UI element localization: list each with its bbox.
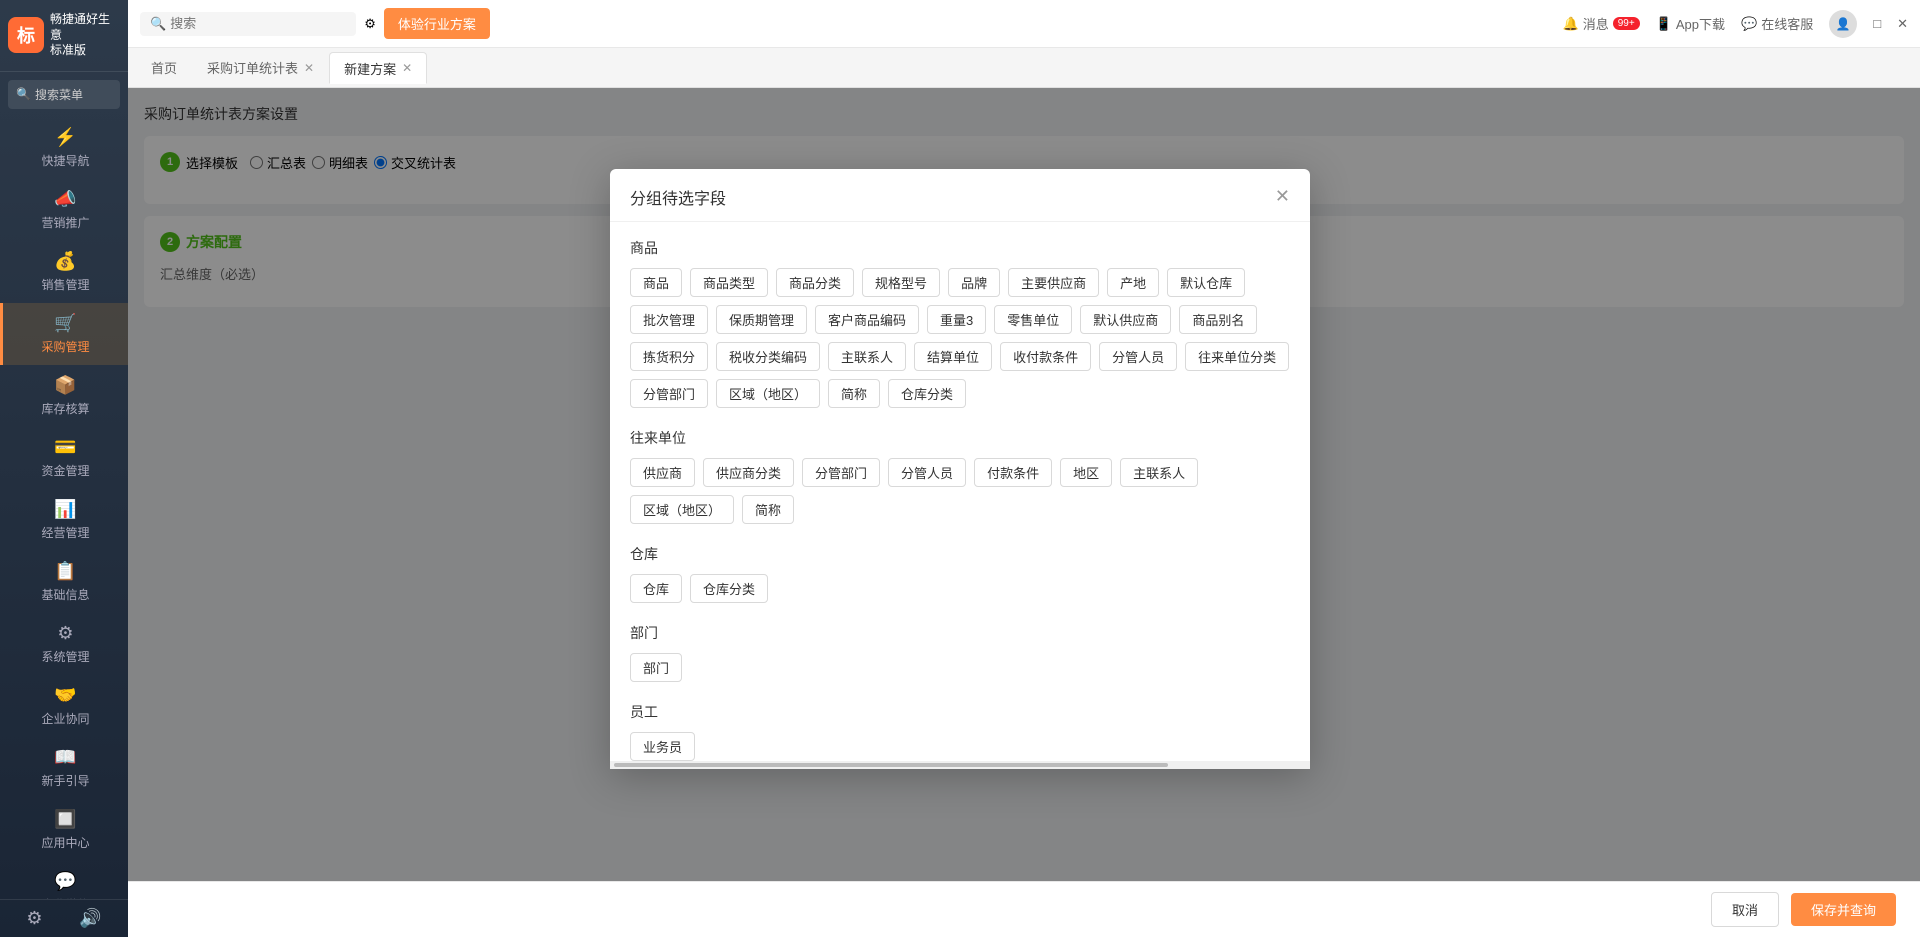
field-group-title-product: 商品 — [630, 238, 1290, 258]
field-tag-主要供应商[interactable]: 主要供应商 — [1008, 268, 1099, 297]
modal-body: 商品商品商品类型商品分类规格型号品牌主要供应商产地默认仓库批次管理保质期管理客户… — [610, 222, 1310, 761]
field-tag-默认仓库[interactable]: 默认仓库 — [1167, 268, 1245, 297]
field-tag-批次管理[interactable]: 批次管理 — [630, 305, 708, 334]
field-tag-结算单位[interactable]: 结算单位 — [914, 342, 992, 371]
field-tag-区域（地区）[interactable]: 区域（地区） — [630, 495, 734, 524]
field-tag-简称[interactable]: 简称 — [828, 379, 880, 408]
field-tag-客户商品编码[interactable]: 客户商品编码 — [815, 305, 919, 334]
field-tag-分管部门[interactable]: 分管部门 — [630, 379, 708, 408]
field-tag-产地[interactable]: 产地 — [1107, 268, 1159, 297]
field-tag-分管人员[interactable]: 分管人员 — [888, 458, 966, 487]
field-tag-商品类型[interactable]: 商品类型 — [690, 268, 768, 297]
field-tag-供应商[interactable]: 供应商 — [630, 458, 695, 487]
field-tag-区域（地区）[interactable]: 区域（地区） — [716, 379, 820, 408]
field-group-product: 商品商品商品类型商品分类规格型号品牌主要供应商产地默认仓库批次管理保质期管理客户… — [630, 238, 1290, 408]
field-group-warehouse: 仓库仓库仓库分类 — [630, 544, 1290, 603]
field-tags-product: 商品商品类型商品分类规格型号品牌主要供应商产地默认仓库批次管理保质期管理客户商品… — [630, 268, 1290, 408]
modal-close-button[interactable]: ✕ — [1275, 186, 1290, 207]
modal-scrollbar-thumb — [614, 763, 1168, 767]
field-group-counterpart: 往来单位供应商供应商分类分管部门分管人员付款条件地区主联系人区域（地区） 简称 — [630, 428, 1290, 524]
field-tag-部门[interactable]: 部门 — [630, 653, 682, 682]
field-tag-零售单位[interactable]: 零售单位 — [994, 305, 1072, 334]
field-tag-主联系人[interactable]: 主联系人 — [828, 342, 906, 371]
field-tag-商品[interactable]: 商品 — [630, 268, 682, 297]
field-tag-规格型号[interactable]: 规格型号 — [862, 268, 940, 297]
field-group-department: 部门部门 — [630, 623, 1290, 682]
field-tag-业务员[interactable]: 业务员 — [630, 732, 695, 761]
field-group-title-warehouse: 仓库 — [630, 544, 1290, 564]
field-tag-仓库分类[interactable]: 仓库分类 — [690, 574, 768, 603]
field-group-title-counterpart: 往来单位 — [630, 428, 1290, 448]
field-tag-保质期管理[interactable]: 保质期管理 — [716, 305, 807, 334]
field-tags-department: 部门 — [630, 653, 1290, 682]
field-tags-warehouse: 仓库仓库分类 — [630, 574, 1290, 603]
field-tag-主联系人[interactable]: 主联系人 — [1120, 458, 1198, 487]
field-tag-税收分类编码[interactable]: 税收分类编码 — [716, 342, 820, 371]
field-tag-分管人员[interactable]: 分管人员 — [1099, 342, 1177, 371]
modal-header: 分组待选字段 ✕ — [610, 169, 1310, 222]
field-tag-重量3[interactable]: 重量3 — [927, 305, 986, 334]
modal-title: 分组待选字段 — [630, 185, 726, 209]
field-tag-收付款条件[interactable]: 收付款条件 — [1000, 342, 1091, 371]
field-tag-地区[interactable]: 地区 — [1060, 458, 1112, 487]
field-tags-employee: 业务员 — [630, 732, 1290, 761]
field-tag-仓库分类[interactable]: 仓库分类 — [888, 379, 966, 408]
field-group-employee: 员工业务员 — [630, 702, 1290, 761]
field-tag-拣货积分[interactable]: 拣货积分 — [630, 342, 708, 371]
field-tag-分管部门[interactable]: 分管部门 — [802, 458, 880, 487]
field-group-title-department: 部门 — [630, 623, 1290, 643]
field-tag-往来单位分类[interactable]: 往来单位分类 — [1185, 342, 1289, 371]
field-tag-付款条件[interactable]: 付款条件 — [974, 458, 1052, 487]
field-group-title-employee: 员工 — [630, 702, 1290, 722]
field-tag-商品别名[interactable]: 商品别名 — [1179, 305, 1257, 334]
modal-scrollbar[interactable] — [610, 761, 1310, 769]
field-tag-仓库[interactable]: 仓库 — [630, 574, 682, 603]
field-tag-供应商分类[interactable]: 供应商分类 — [703, 458, 794, 487]
field-tag-商品分类[interactable]: 商品分类 — [776, 268, 854, 297]
field-tag-简称[interactable]: 简称 — [742, 495, 794, 524]
field-tags-counterpart: 供应商供应商分类分管部门分管人员付款条件地区主联系人区域（地区） 简称 — [630, 458, 1290, 524]
field-select-modal: 分组待选字段 ✕ 商品商品商品类型商品分类规格型号品牌主要供应商产地默认仓库批次… — [610, 169, 1310, 769]
field-tag-品牌[interactable]: 品牌 — [948, 268, 1000, 297]
modal-wrapper: 分组待选字段 ✕ 商品商品商品类型商品分类规格型号品牌主要供应商产地默认仓库批次… — [0, 0, 1920, 937]
field-tag-默认供应商[interactable]: 默认供应商 — [1080, 305, 1171, 334]
